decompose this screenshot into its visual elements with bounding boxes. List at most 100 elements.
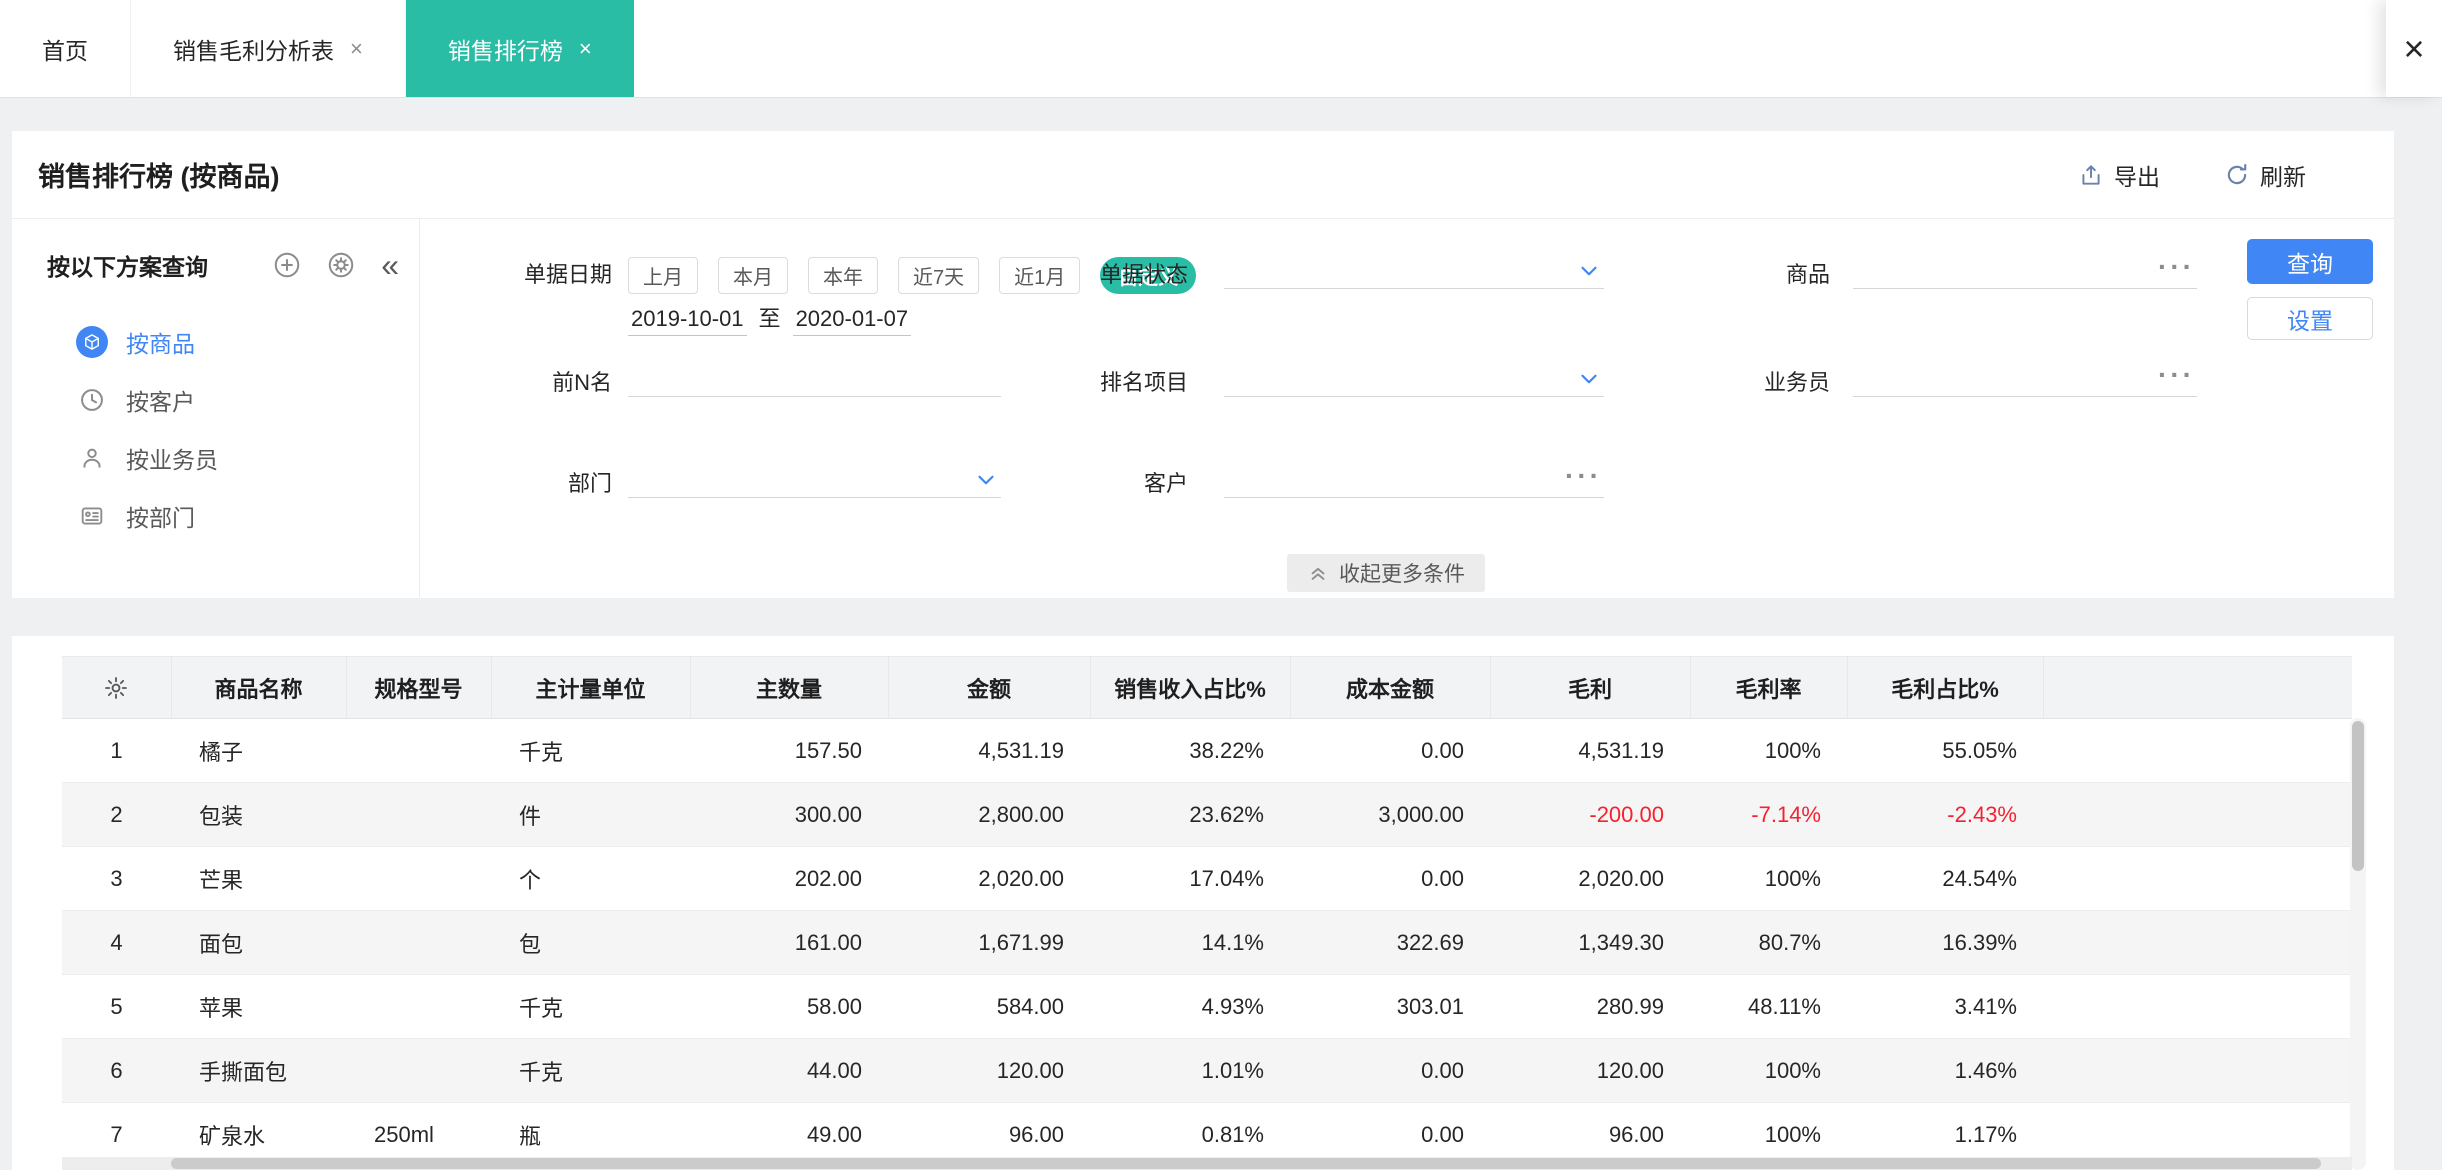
add-scheme-button[interactable] (269, 247, 305, 283)
salesman-picker[interactable]: ··· (1853, 357, 2197, 397)
table-row[interactable]: 2 包装 件 300.00 2,800.00 23.62% 3,000.00 -… (62, 782, 2352, 847)
refresh-label: 刷新 (2260, 163, 2306, 190)
export-button[interactable]: 导出 (2078, 158, 2160, 192)
close-icon[interactable]: × (579, 37, 592, 60)
refresh-button[interactable]: 刷新 (2224, 158, 2306, 192)
column-header-amount: 金额 (888, 656, 1091, 719)
collapse-more-label: 收起更多条件 (1339, 563, 1465, 586)
top-n-input[interactable] (628, 357, 1001, 397)
horizontal-scrollbar[interactable] (62, 1157, 2352, 1170)
close-icon[interactable]: × (2386, 0, 2442, 97)
column-settings-button[interactable] (103, 675, 129, 701)
column-header-qty: 主数量 (690, 656, 889, 719)
plus-circle-icon (274, 252, 300, 278)
more-icon[interactable]: ··· (2158, 249, 2195, 285)
sidebar-item-by-product[interactable]: 按商品 (12, 313, 419, 371)
date-quick-this-month[interactable]: 本月 (718, 257, 788, 294)
date-quick-this-year[interactable]: 本年 (808, 257, 878, 294)
column-header-spec: 规格型号 (346, 656, 492, 719)
tab-label: 销售毛利分析表 (173, 37, 334, 64)
column-header-product-name: 商品名称 (171, 656, 347, 719)
date-range: 2019-10-01 至 2020-01-07 (628, 301, 912, 336)
gear-circle-icon (328, 252, 354, 278)
department-card-icon (76, 500, 108, 532)
sidebar-tools: « (269, 247, 403, 283)
status-select[interactable] (1224, 249, 1604, 289)
tab-label: 销售排行榜 (447, 37, 563, 64)
sidebar-item-label: 按部门 (126, 505, 195, 531)
column-header-revenue-pct: 销售收入占比% (1090, 656, 1291, 719)
settings-button[interactable]: 设置 (2247, 297, 2373, 340)
department-label: 部门 (567, 471, 612, 496)
refresh-icon (2227, 163, 2247, 184)
column-header-filler (2043, 656, 2352, 719)
sidebar-item-by-customer[interactable]: 按客户 (12, 371, 419, 429)
salesman-icon (76, 442, 108, 474)
double-chevron-up-icon (1311, 567, 1325, 580)
sidebar-item-by-department[interactable]: 按部门 (12, 487, 419, 545)
tab-bar: 首页 销售毛利分析表 × 销售排行榜 × × (0, 0, 2442, 97)
results-panel: 商品名称 规格型号 主计量单位 主数量 金额 销售收入占比% 成本金额 毛利 毛… (12, 636, 2394, 1170)
filter-form: 单据日期 上月 本月 本年 近7天 近1月 自定义 2019-10-01 至 2… (420, 219, 2394, 597)
date-to-input[interactable]: 2020-01-07 (792, 306, 912, 336)
scheme-sidebar: 按以下方案查询 « 按商品 按客户 按业务员 按部门 (12, 219, 420, 597)
table-row[interactable]: 4 面包 包 161.00 1,671.99 14.1% 322.69 1,34… (62, 910, 2352, 975)
page-header: 销售排行榜 (按商品) 导出 刷新 (12, 131, 2394, 219)
gear-icon (105, 677, 128, 699)
query-panel: 销售排行榜 (按商品) 导出 刷新 按以下方案查询 « 按商品 按客户 按业务员… (12, 131, 2394, 598)
product-label: 商品 (1785, 262, 1830, 287)
table-row[interactable]: 5 苹果 千克 58.00 584.00 4.93% 303.01 280.99… (62, 974, 2352, 1039)
table-row[interactable]: 1 橘子 千克 157.50 4,531.19 38.22% 0.00 4,53… (62, 718, 2352, 783)
sidebar-item-label: 按客户 (126, 389, 195, 415)
tab-label: 首页 (42, 37, 88, 64)
query-button[interactable]: 查询 (2247, 239, 2373, 284)
rank-item-label: 排名项目 (1099, 370, 1188, 395)
tab-home[interactable]: 首页 (0, 0, 131, 97)
column-header-cost: 成本金额 (1290, 656, 1491, 719)
date-separator: 至 (758, 306, 781, 331)
table-row[interactable]: 6 手撕面包 千克 44.00 120.00 1.01% 0.00 120.00… (62, 1038, 2352, 1103)
collapse-more-button[interactable]: 收起更多条件 (1287, 554, 1485, 592)
close-icon[interactable]: × (350, 37, 363, 60)
department-select[interactable] (628, 458, 1001, 498)
rank-item-select[interactable] (1224, 357, 1604, 397)
status-label: 单据状态 (1099, 262, 1188, 287)
customer-label: 客户 (1143, 471, 1188, 496)
horizontal-scrollbar-thumb[interactable] (171, 1158, 2321, 1169)
table-body: 1 橘子 千克 157.50 4,531.19 38.22% 0.00 4,53… (62, 718, 2352, 1167)
query-section: 按以下方案查询 « 按商品 按客户 按业务员 按部门 单据日期 上月 本月 本年… (12, 219, 2394, 597)
column-header-profit-pct: 毛利占比% (1847, 656, 2044, 719)
column-header-profit: 毛利 (1490, 656, 1691, 719)
vertical-scrollbar[interactable] (2350, 718, 2366, 1170)
export-icon (2082, 164, 2100, 185)
product-picker[interactable]: ··· (1853, 249, 2197, 289)
customer-picker[interactable]: ··· (1224, 458, 1604, 498)
table-header-row: 商品名称 规格型号 主计量单位 主数量 金额 销售收入占比% 成本金额 毛利 毛… (62, 656, 2352, 719)
scheme-settings-button[interactable] (323, 247, 359, 283)
more-icon[interactable]: ··· (1565, 458, 1602, 494)
table-row[interactable]: 3 芒果 个 202.00 2,020.00 17.04% 0.00 2,020… (62, 846, 2352, 911)
sidebar-head: 按以下方案查询 « (12, 247, 419, 283)
sidebar-item-label: 按商品 (126, 331, 195, 357)
sidebar-item-label: 按业务员 (126, 447, 218, 473)
date-quick-last-month[interactable]: 上月 (628, 257, 698, 294)
column-header-profit-rate: 毛利率 (1690, 656, 1848, 719)
more-icon[interactable]: ··· (2158, 357, 2195, 393)
page-title: 销售排行榜 (按商品) (38, 162, 280, 192)
date-label: 单据日期 (523, 262, 612, 287)
salesman-label: 业务员 (1763, 370, 1830, 395)
chevron-down-icon (1581, 374, 1597, 384)
sidebar-title: 按以下方案查询 (47, 254, 208, 280)
product-cube-icon (76, 326, 108, 358)
date-quick-last-7-days[interactable]: 近7天 (898, 257, 980, 294)
tab-gross-profit-report[interactable]: 销售毛利分析表 × (131, 0, 406, 97)
date-from-input[interactable]: 2019-10-01 (628, 306, 747, 336)
customer-icon (76, 384, 108, 416)
header-actions: 导出 刷新 (2078, 158, 2306, 192)
tab-sales-ranking[interactable]: 销售排行榜 × (405, 0, 634, 97)
collapse-sidebar-icon[interactable]: « (377, 249, 403, 281)
export-label: 导出 (2114, 163, 2160, 190)
vertical-scrollbar-thumb[interactable] (2352, 721, 2364, 871)
sidebar-item-by-salesman[interactable]: 按业务员 (12, 429, 419, 487)
chevron-down-icon (1581, 266, 1597, 276)
